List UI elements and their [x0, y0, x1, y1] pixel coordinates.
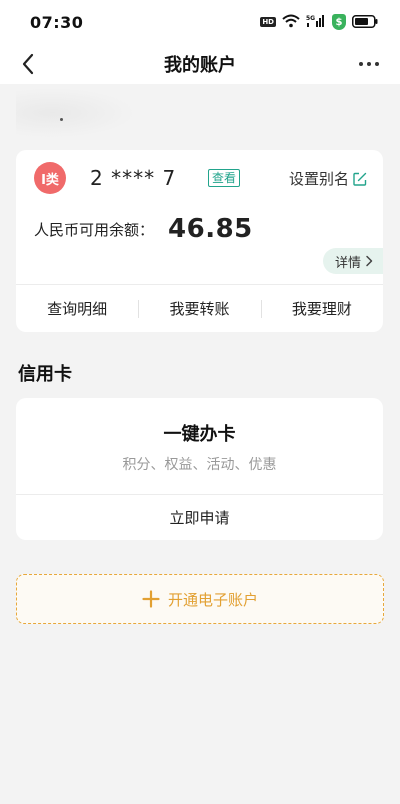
more-dot-icon [359, 62, 363, 66]
edit-icon [353, 172, 367, 186]
wealth-management-button[interactable]: 我要理财 [260, 298, 383, 319]
security-shield-icon: $ [332, 14, 346, 30]
page-title: 我的账户 [164, 55, 236, 76]
apply-now-button[interactable]: 立即申请 [16, 494, 383, 540]
account-type-badge: I类 [34, 162, 66, 194]
credit-card-title: 一键办卡 [163, 424, 236, 445]
battery-icon [352, 13, 378, 32]
status-icons: HD 5G $ [260, 13, 378, 32]
account-header-row: I类 2 **** 7 查看 设置别名 [16, 162, 383, 194]
redacted-banner [16, 88, 136, 138]
details-label: 详情 [335, 255, 362, 271]
credit-card-subtitle: 积分、权益、活动、优惠 [122, 457, 277, 473]
plus-icon [142, 590, 160, 608]
status-time: 07:30 [30, 12, 84, 32]
balance-label: 人民币可用余额： [34, 220, 155, 239]
account-card: I类 2 **** 7 查看 设置别名 人民币可用余额： 46.85 详情 查询… [16, 150, 383, 332]
credit-card-promo: 一键办卡 积分、权益、活动、优惠 立即申请 [16, 398, 383, 540]
query-details-button[interactable]: 查询明细 [16, 298, 138, 319]
back-button[interactable] [14, 50, 42, 78]
details-button[interactable]: 详情 [323, 248, 383, 274]
chevron-left-icon [22, 53, 34, 75]
svg-text:5G: 5G [306, 15, 315, 22]
balance-row: 人民币可用余额： 46.85 [34, 214, 253, 244]
account-actions: 查询明细 我要转账 我要理财 [16, 284, 383, 332]
set-alias-button[interactable]: 设置别名 [289, 168, 367, 189]
set-alias-label: 设置别名 [288, 170, 349, 188]
view-account-button[interactable]: 查看 [208, 169, 241, 187]
redacted-mark [60, 118, 63, 121]
more-options-button[interactable] [352, 50, 386, 78]
navigation-bar: 我的账户 [0, 44, 400, 84]
open-e-account-button[interactable]: 开通电子账户 [16, 574, 384, 624]
balance-value: 46.85 [168, 214, 253, 244]
chevron-right-icon [366, 255, 373, 267]
signal-icon: 5G [306, 13, 326, 32]
account-number: 2 **** 7 [90, 166, 177, 190]
open-e-account-label: 开通电子账户 [167, 590, 258, 609]
wifi-icon [282, 13, 300, 32]
status-bar: 07:30 HD 5G $ [0, 0, 400, 44]
credit-section-title: 信用卡 [18, 364, 72, 385]
hd-icon: HD [260, 17, 276, 27]
transfer-button[interactable]: 我要转账 [138, 298, 260, 319]
